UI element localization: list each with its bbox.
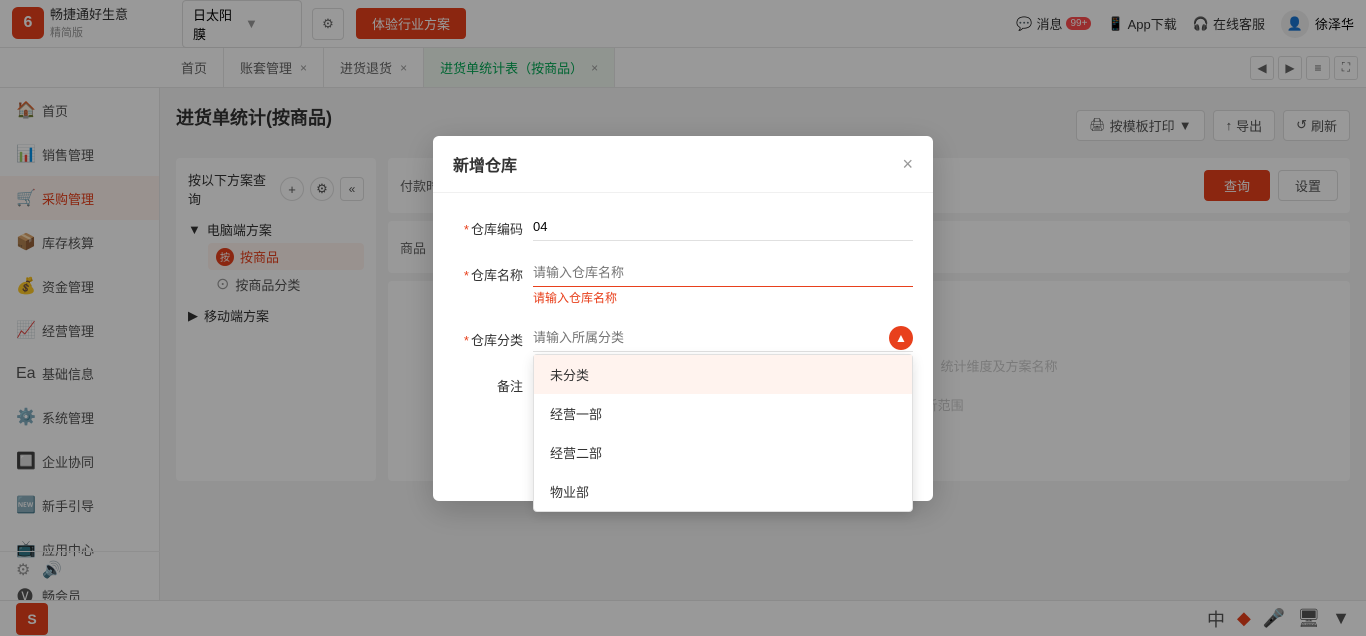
dialog-title: 新增仓库 bbox=[453, 152, 517, 176]
name-input[interactable] bbox=[533, 259, 913, 287]
category-label: 仓库分类 bbox=[453, 324, 533, 349]
dropdown-item-0[interactable]: 未分类 bbox=[534, 355, 912, 394]
name-control: 请输入仓库名称 bbox=[533, 259, 913, 306]
dialog-close-btn[interactable]: × bbox=[902, 155, 913, 173]
code-control bbox=[533, 213, 913, 241]
dropdown-item-2[interactable]: 经营二部 bbox=[534, 433, 912, 472]
form-row-category: 仓库分类 ▲ 未分类 经营一部 经营二部 物业部 bbox=[453, 324, 913, 352]
form-row-code: 仓库编码 bbox=[453, 213, 913, 241]
dropdown-item-1[interactable]: 经营一部 bbox=[534, 394, 912, 433]
new-warehouse-dialog: 新增仓库 × 仓库编码 仓库名称 请输入仓库名称 仓库分类 bbox=[433, 136, 933, 501]
name-label: 仓库名称 bbox=[453, 259, 533, 284]
category-select-wrapper: ▲ bbox=[533, 324, 913, 352]
code-label: 仓库编码 bbox=[453, 213, 533, 238]
form-row-name: 仓库名称 请输入仓库名称 bbox=[453, 259, 913, 306]
name-error-msg: 请输入仓库名称 bbox=[533, 289, 913, 306]
category-arrow-btn[interactable]: ▲ bbox=[889, 326, 913, 350]
dialog-body: 仓库编码 仓库名称 请输入仓库名称 仓库分类 ▲ bbox=[433, 193, 933, 433]
code-input[interactable] bbox=[533, 213, 913, 241]
dropdown-item-3[interactable]: 物业部 bbox=[534, 472, 912, 511]
modal-overlay: 新增仓库 × 仓库编码 仓库名称 请输入仓库名称 仓库分类 bbox=[0, 0, 1366, 636]
note-label: 备注 bbox=[453, 370, 533, 395]
dialog-header: 新增仓库 × bbox=[433, 136, 933, 193]
category-dropdown: 未分类 经营一部 经营二部 物业部 bbox=[533, 354, 913, 512]
category-input[interactable] bbox=[533, 324, 913, 352]
category-control: ▲ 未分类 经营一部 经营二部 物业部 bbox=[533, 324, 913, 352]
